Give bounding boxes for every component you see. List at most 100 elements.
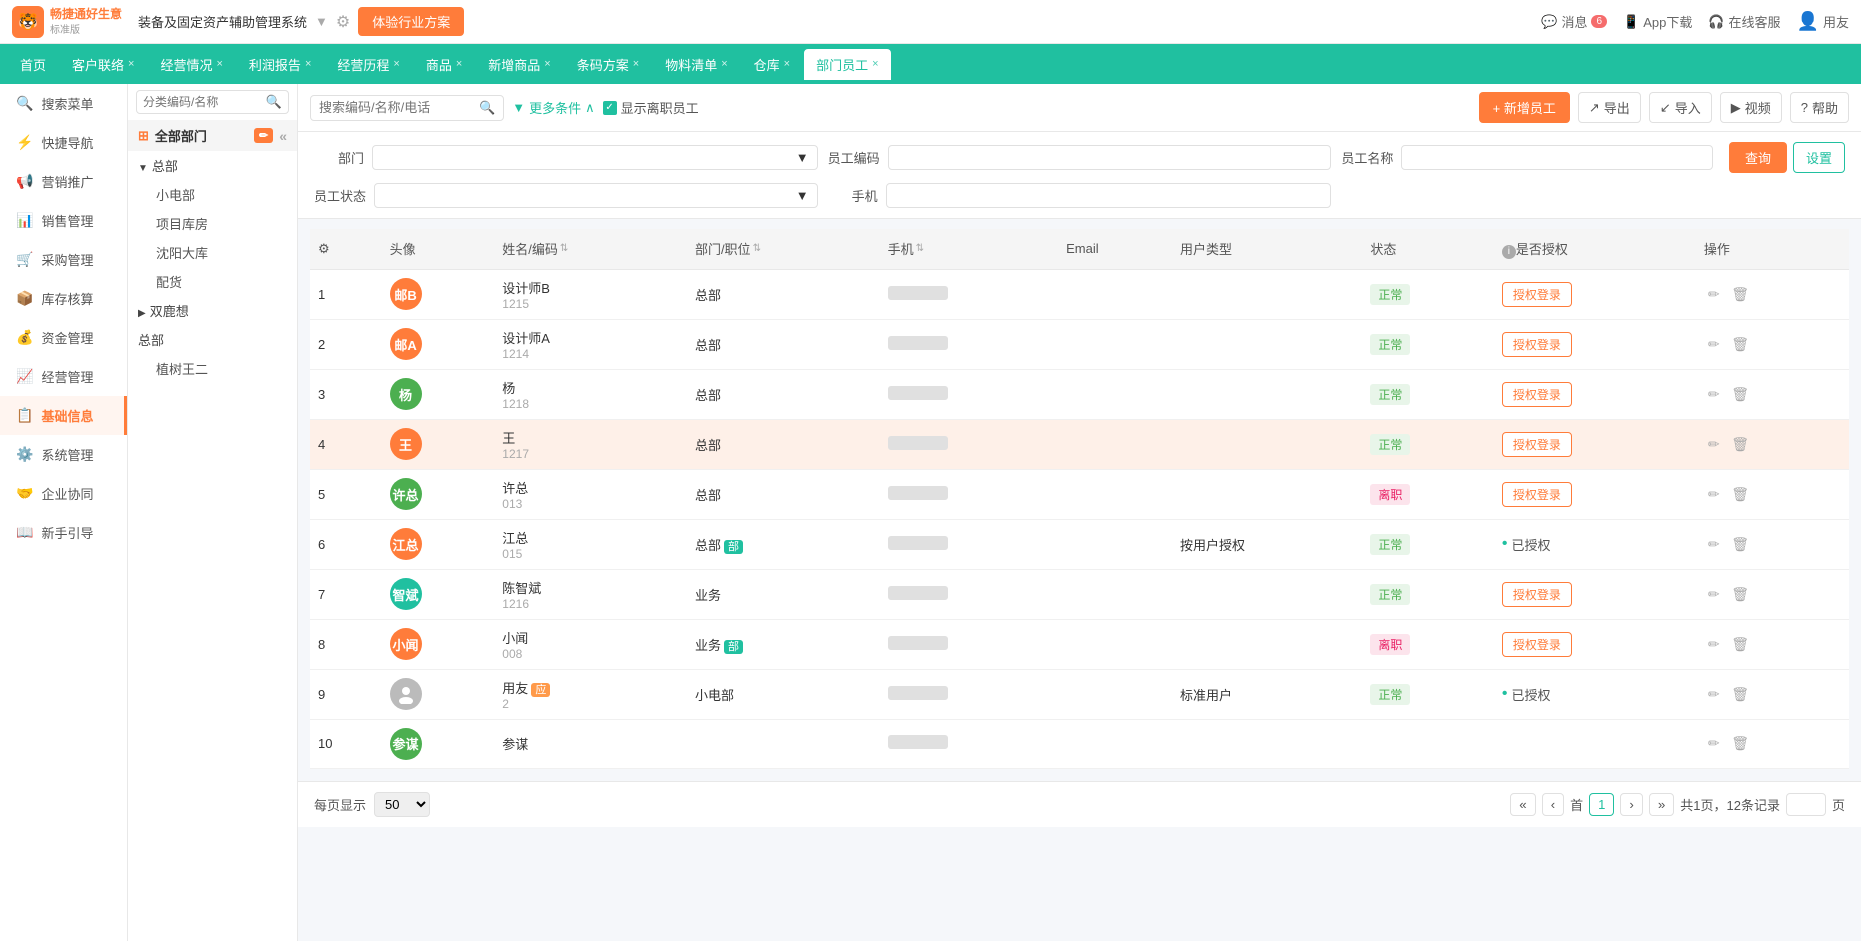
- delete-button[interactable]: 🗑: [1727, 284, 1753, 305]
- delete-button[interactable]: 🗑: [1727, 334, 1753, 355]
- edit-button[interactable]: ✏: [1704, 584, 1724, 605]
- edit-button[interactable]: ✏: [1704, 484, 1724, 505]
- emp-name-input[interactable]: [1401, 145, 1713, 170]
- tab-customer[interactable]: 客户联络×: [60, 49, 146, 80]
- tab-close-icon[interactable]: ×: [128, 58, 134, 70]
- edit-button[interactable]: ✏: [1704, 684, 1724, 705]
- collapse-tree-icon[interactable]: «: [279, 128, 287, 144]
- query-button[interactable]: 查询: [1729, 142, 1787, 173]
- next-page-btn[interactable]: ›: [1620, 793, 1642, 816]
- sidebar-item-nav[interactable]: ⚡ 快捷导航: [0, 123, 127, 162]
- tree-node-shenyang[interactable]: 沈阳大库: [128, 238, 297, 267]
- delete-button[interactable]: 🗑: [1727, 384, 1753, 405]
- sidebar-item-basic[interactable]: 📋 基础信息: [0, 396, 127, 435]
- tab-dept-emp[interactable]: 部门员工×: [804, 49, 890, 80]
- tree-node-general-parent[interactable]: ▼总部: [128, 151, 297, 180]
- tab-close-icon[interactable]: ×: [872, 58, 878, 70]
- dropdown-arrow-icon[interactable]: ▼: [315, 14, 328, 29]
- tab-home[interactable]: 首页: [8, 49, 58, 80]
- auth-login-button[interactable]: 授权登录: [1502, 482, 1572, 507]
- edit-button[interactable]: ✏: [1704, 434, 1724, 455]
- search-icon[interactable]: 🔍: [479, 100, 495, 116]
- first-page-btn[interactable]: «: [1510, 793, 1535, 816]
- tab-add-goods[interactable]: 新增商品×: [476, 49, 562, 80]
- sidebar-item-ops[interactable]: 📈 经营管理: [0, 357, 127, 396]
- tab-barcode[interactable]: 条码方案×: [565, 49, 651, 80]
- go-to-page-input[interactable]: [1786, 793, 1826, 816]
- auth-login-button[interactable]: 授权登录: [1502, 382, 1572, 407]
- tab-close-icon[interactable]: ×: [216, 58, 222, 70]
- sidebar-item-guide[interactable]: 📖 新手引导: [0, 513, 127, 552]
- tab-business[interactable]: 经营情况×: [148, 49, 234, 80]
- edit-button[interactable]: ✏: [1704, 634, 1724, 655]
- tree-node-hq[interactable]: 总部: [128, 325, 297, 354]
- auth-login-button[interactable]: 授权登录: [1502, 282, 1572, 307]
- show-dismissed-toggle[interactable]: ✓ 显示离职员工: [603, 98, 699, 117]
- tab-goods[interactable]: 商品×: [414, 49, 474, 80]
- checkbox-icon[interactable]: ✓: [603, 101, 617, 115]
- sidebar-item-sales[interactable]: 📊 销售管理: [0, 201, 127, 240]
- import-button[interactable]: ↙ 导入: [1649, 92, 1712, 123]
- search-input[interactable]: [319, 100, 479, 115]
- delete-button[interactable]: 🗑: [1727, 634, 1753, 655]
- trial-button[interactable]: 体验行业方案: [358, 7, 464, 36]
- tab-close-icon[interactable]: ×: [544, 58, 550, 70]
- edit-button[interactable]: ✏: [1704, 534, 1724, 555]
- tab-warehouse[interactable]: 仓库×: [742, 49, 802, 80]
- col-phone[interactable]: 手机: [880, 229, 1059, 269]
- phone-input[interactable]: [886, 183, 1332, 208]
- tree-node-delivery[interactable]: 配货: [128, 267, 297, 296]
- sidebar-item-system[interactable]: ⚙️ 系统管理: [0, 435, 127, 474]
- tab-bom[interactable]: 物料清单×: [653, 49, 739, 80]
- edit-dept-icon[interactable]: ✏: [254, 128, 273, 143]
- edit-button[interactable]: ✏: [1704, 384, 1724, 405]
- last-page-btn[interactable]: »: [1649, 793, 1674, 816]
- delete-button[interactable]: 🗑: [1727, 534, 1753, 555]
- settings-icon[interactable]: ⚙: [336, 12, 350, 32]
- delete-button[interactable]: 🗑: [1727, 684, 1753, 705]
- reset-button[interactable]: 设置: [1793, 142, 1845, 173]
- dept-select[interactable]: ▼: [372, 145, 818, 170]
- tab-close-icon[interactable]: ×: [456, 58, 462, 70]
- tree-node-small-electric[interactable]: 小电部: [128, 180, 297, 209]
- per-page-select[interactable]: 50 100: [374, 792, 430, 817]
- tab-history[interactable]: 经营历程×: [325, 49, 411, 80]
- sidebar-item-purchase[interactable]: 🛒 采购管理: [0, 240, 127, 279]
- tab-profit[interactable]: 利润报告×: [237, 49, 323, 80]
- online-service-btn[interactable]: 🎧 在线客服: [1708, 12, 1780, 31]
- tree-node-plant[interactable]: 植树王二: [128, 354, 297, 383]
- tab-close-icon[interactable]: ×: [305, 58, 311, 70]
- add-employee-button[interactable]: + 新增员工: [1479, 92, 1570, 123]
- col-settings-icon[interactable]: ⚙: [318, 241, 330, 256]
- tab-close-icon[interactable]: ×: [393, 58, 399, 70]
- delete-button[interactable]: 🗑: [1727, 434, 1753, 455]
- tab-close-icon[interactable]: ×: [784, 58, 790, 70]
- tree-node-project[interactable]: 项目库房: [128, 209, 297, 238]
- emp-code-input[interactable]: [888, 145, 1332, 170]
- prev-page-btn[interactable]: ‹: [1542, 793, 1564, 816]
- export-button[interactable]: ↗ 导出: [1578, 92, 1641, 123]
- delete-button[interactable]: 🗑: [1727, 584, 1753, 605]
- delete-button[interactable]: 🗑: [1727, 484, 1753, 505]
- edit-button[interactable]: ✏: [1704, 733, 1724, 754]
- edit-button[interactable]: ✏: [1704, 334, 1724, 355]
- video-button[interactable]: ▶ 视频: [1720, 92, 1782, 123]
- tab-close-icon[interactable]: ×: [721, 58, 727, 70]
- auth-login-button[interactable]: 授权登录: [1502, 582, 1572, 607]
- auth-login-button[interactable]: 授权登录: [1502, 632, 1572, 657]
- more-filter-btn[interactable]: ▼ 更多条件 ∧: [512, 98, 594, 117]
- help-button[interactable]: ? 帮助: [1790, 92, 1849, 123]
- col-name[interactable]: 姓名/编码: [494, 229, 687, 269]
- delete-button[interactable]: 🗑: [1727, 733, 1753, 754]
- sidebar-item-search[interactable]: 🔍 搜索菜单: [0, 84, 127, 123]
- tree-all-dept[interactable]: ⊞ 全部部门 ✏ «: [128, 120, 297, 151]
- user-area[interactable]: 👤 用友: [1797, 11, 1849, 32]
- tree-node-double-deer[interactable]: ▶双鹿想: [128, 296, 297, 325]
- sidebar-item-finance[interactable]: 💰 资金管理: [0, 318, 127, 357]
- app-download-btn[interactable]: 📱 App下载: [1623, 12, 1692, 31]
- auth-login-button[interactable]: 授权登录: [1502, 432, 1572, 457]
- edit-button[interactable]: ✏: [1704, 284, 1724, 305]
- sidebar-item-marketing[interactable]: 📢 营销推广: [0, 162, 127, 201]
- col-dept[interactable]: 部门/职位: [687, 229, 880, 269]
- sidebar-item-collab[interactable]: 🤝 企业协同: [0, 474, 127, 513]
